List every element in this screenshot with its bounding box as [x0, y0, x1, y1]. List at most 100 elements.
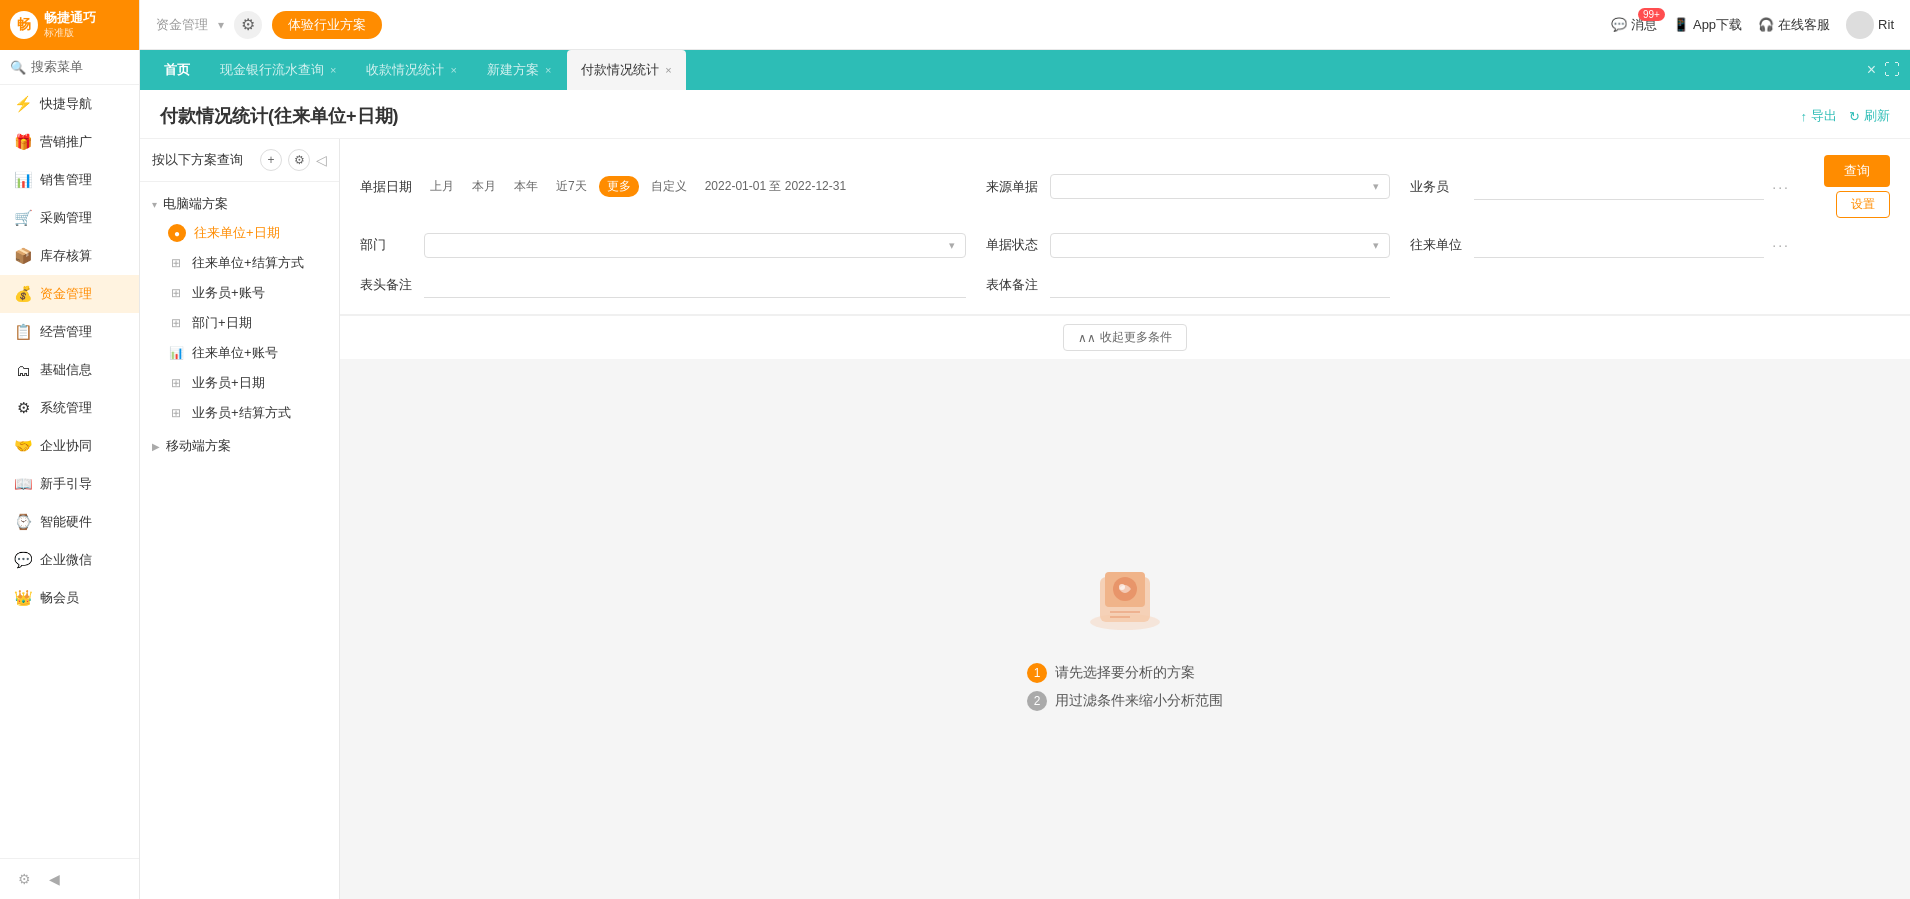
sidebar-item-label: 快捷导航 — [40, 95, 92, 113]
sidebar-item-hardware[interactable]: ⌚ 智能硬件 — [0, 503, 139, 541]
sidebar-item-basic[interactable]: 🗂 基础信息 — [0, 351, 139, 389]
scheme-item-staff-date[interactable]: ⊞ 业务员+日期 — [140, 368, 339, 398]
trial-btn[interactable]: 体验行业方案 — [272, 11, 382, 39]
staff-dots-btn[interactable]: ··· — [1772, 179, 1790, 195]
tab-payment-stats-close[interactable]: × — [665, 64, 671, 76]
online-service-btn[interactable]: 🎧 在线客服 — [1758, 16, 1830, 34]
message-badge: 99+ — [1638, 8, 1665, 21]
finance-icon: 💰 — [14, 285, 32, 303]
online-service-label: 在线客服 — [1778, 16, 1830, 34]
page-title: 付款情况统计(往来单位+日期) — [160, 104, 399, 128]
scheme-group-mobile-header[interactable]: ▶ 移动端方案 — [140, 432, 339, 460]
filter-row-3: 表头备注 表体备注 — [360, 272, 1890, 298]
svg-point-4 — [1119, 584, 1125, 590]
sidebar-item-quick-nav[interactable]: ⚡ 快捷导航 — [0, 85, 139, 123]
sidebar-item-label: 智能硬件 — [40, 513, 92, 531]
scheme-item-dept-date[interactable]: ⊞ 部门+日期 — [140, 308, 339, 338]
date-option-custom[interactable]: 自定义 — [645, 176, 693, 197]
scheme-add-icon[interactable]: + — [260, 149, 282, 171]
filter-dept-field: 部门 ▾ — [360, 233, 966, 258]
sidebar-item-inventory[interactable]: 📦 库存核算 — [0, 237, 139, 275]
tab-bank-flow-close[interactable]: × — [330, 64, 336, 76]
filter-body-remark-input[interactable] — [1050, 272, 1390, 297]
service-icon: 🎧 — [1758, 17, 1774, 32]
sidebar-item-marketing[interactable]: 🎁 营销推广 — [0, 123, 139, 161]
messages-btn[interactable]: 💬 消息 99+ — [1611, 16, 1657, 34]
scheme-settings-icon[interactable]: ⚙ — [288, 149, 310, 171]
partner-dots-btn[interactable]: ··· — [1772, 237, 1790, 253]
tab-bank-flow[interactable]: 现金银行流水查询 × — [206, 50, 350, 90]
app-download-btn[interactable]: 📱 App下载 — [1673, 16, 1742, 34]
filter-staff-input[interactable] — [1474, 174, 1764, 199]
source-select-arrow-icon: ▾ — [1373, 180, 1379, 193]
empty-tips: 1 请先选择要分析的方案 2 用过滤条件来缩小分析范围 — [1027, 663, 1223, 711]
tab-receipt-stats-close[interactable]: × — [450, 64, 456, 76]
footer-settings-icon[interactable]: ⚙ — [14, 869, 34, 889]
staff-date-icon: ⊞ — [168, 375, 184, 391]
scheme-item-partner-settle[interactable]: ⊞ 往来单位+结算方式 — [140, 248, 339, 278]
footer-collapse-icon[interactable]: ◀ — [44, 869, 64, 889]
breadcrumb-dropdown-icon[interactable]: ▾ — [218, 18, 224, 32]
user-avatar-btn[interactable]: Rit — [1846, 11, 1894, 39]
topbar-left: 资金管理 ▾ ⚙ 体验行业方案 — [156, 11, 382, 39]
tab-new-scheme[interactable]: 新建方案 × — [473, 50, 565, 90]
filter-docstatus-label: 单据状态 — [986, 236, 1042, 254]
filter-actions: 查询 设置 — [1810, 155, 1890, 218]
export-btn[interactable]: ↑ 导出 — [1801, 107, 1838, 125]
date-option-last-7-days[interactable]: 近7天 — [550, 176, 593, 197]
filter-dept-select[interactable]: ▾ — [424, 233, 966, 258]
date-option-last-month[interactable]: 上月 — [424, 176, 460, 197]
sidebar-item-label: 销售管理 — [40, 171, 92, 189]
search-icon: 🔍 — [10, 60, 26, 75]
sidebar-item-label: 新手引导 — [40, 475, 92, 493]
query-btn[interactable]: 查询 — [1824, 155, 1890, 187]
guide-icon: 📖 — [14, 475, 32, 493]
settings-btn[interactable]: 设置 — [1836, 191, 1890, 218]
filter-docstatus-select[interactable]: ▾ — [1050, 233, 1390, 258]
sidebar-item-purchase[interactable]: 🛒 采购管理 — [0, 199, 139, 237]
date-option-this-year[interactable]: 本年 — [508, 176, 544, 197]
filter-header-remark-input[interactable] — [424, 272, 966, 297]
tabs-actions: × ⛶ — [1867, 61, 1900, 79]
sidebar-item-system[interactable]: ⚙ 系统管理 — [0, 389, 139, 427]
scheme-panel-body: ▾ 电脑端方案 ● 往来单位+日期 ⊞ 往来单位+结算方式 ⊞ 业务员+账号 — [140, 182, 339, 899]
scheme-item-staff-settle[interactable]: ⊞ 业务员+结算方式 — [140, 398, 339, 428]
tab-receipt-stats[interactable]: 收款情况统计 × — [352, 50, 470, 90]
sidebar-item-label: 营销推广 — [40, 133, 92, 151]
partner-account-label: 往来单位+账号 — [192, 344, 278, 362]
sidebar-item-operation[interactable]: 📋 经营管理 — [0, 313, 139, 351]
filter-partner-input[interactable] — [1474, 232, 1764, 257]
filter-source-select[interactable]: ▾ — [1050, 174, 1390, 199]
topbar-settings-icon[interactable]: ⚙ — [234, 11, 262, 39]
scheme-group-pc-header[interactable]: ▾ 电脑端方案 — [140, 190, 339, 218]
scheme-panel-collapse-icon[interactable]: ◁ — [316, 152, 327, 168]
refresh-btn[interactable]: ↻ 刷新 — [1849, 107, 1890, 125]
date-option-more[interactable]: 更多 — [599, 176, 639, 197]
tab-home[interactable]: 首页 — [150, 50, 204, 90]
system-icon: ⚙ — [14, 399, 32, 417]
tabs-expand-icon[interactable]: ⛶ — [1884, 61, 1900, 79]
sidebar-item-label: 库存核算 — [40, 247, 92, 265]
sidebar-item-weixin[interactable]: 💬 企业微信 — [0, 541, 139, 579]
sidebar-item-guide[interactable]: 📖 新手引导 — [0, 465, 139, 503]
date-option-this-month[interactable]: 本月 — [466, 176, 502, 197]
partner-settle-label: 往来单位+结算方式 — [192, 254, 304, 272]
sidebar-item-finance[interactable]: 💰 资金管理 — [0, 275, 139, 313]
scheme-item-staff-account[interactable]: ⊞ 业务员+账号 — [140, 278, 339, 308]
sidebar-item-sales[interactable]: 📊 销售管理 — [0, 161, 139, 199]
tab-new-scheme-close[interactable]: × — [545, 64, 551, 76]
member-icon: 👑 — [14, 589, 32, 607]
scheme-panel-header: 按以下方案查询 + ⚙ ◁ — [140, 139, 339, 182]
staff-date-label: 业务员+日期 — [192, 374, 265, 392]
search-menu[interactable]: 🔍 搜索菜单 — [0, 50, 139, 85]
scheme-item-partner-account[interactable]: 📊 往来单位+账号 — [140, 338, 339, 368]
dept-date-icon: ⊞ — [168, 315, 184, 331]
tab-payment-stats[interactable]: 付款情况统计 × — [567, 50, 685, 90]
tip-1-text: 请先选择要分析的方案 — [1055, 664, 1195, 682]
filter-source-label: 来源单据 — [986, 178, 1042, 196]
scheme-item-partner-date[interactable]: ● 往来单位+日期 — [140, 218, 339, 248]
tabs-close-all-icon[interactable]: × — [1867, 61, 1876, 79]
collapse-more-btn[interactable]: ∧∧ 收起更多条件 — [1063, 324, 1187, 351]
sidebar-item-member[interactable]: 👑 畅会员 — [0, 579, 139, 617]
sidebar-item-enterprise[interactable]: 🤝 企业协同 — [0, 427, 139, 465]
